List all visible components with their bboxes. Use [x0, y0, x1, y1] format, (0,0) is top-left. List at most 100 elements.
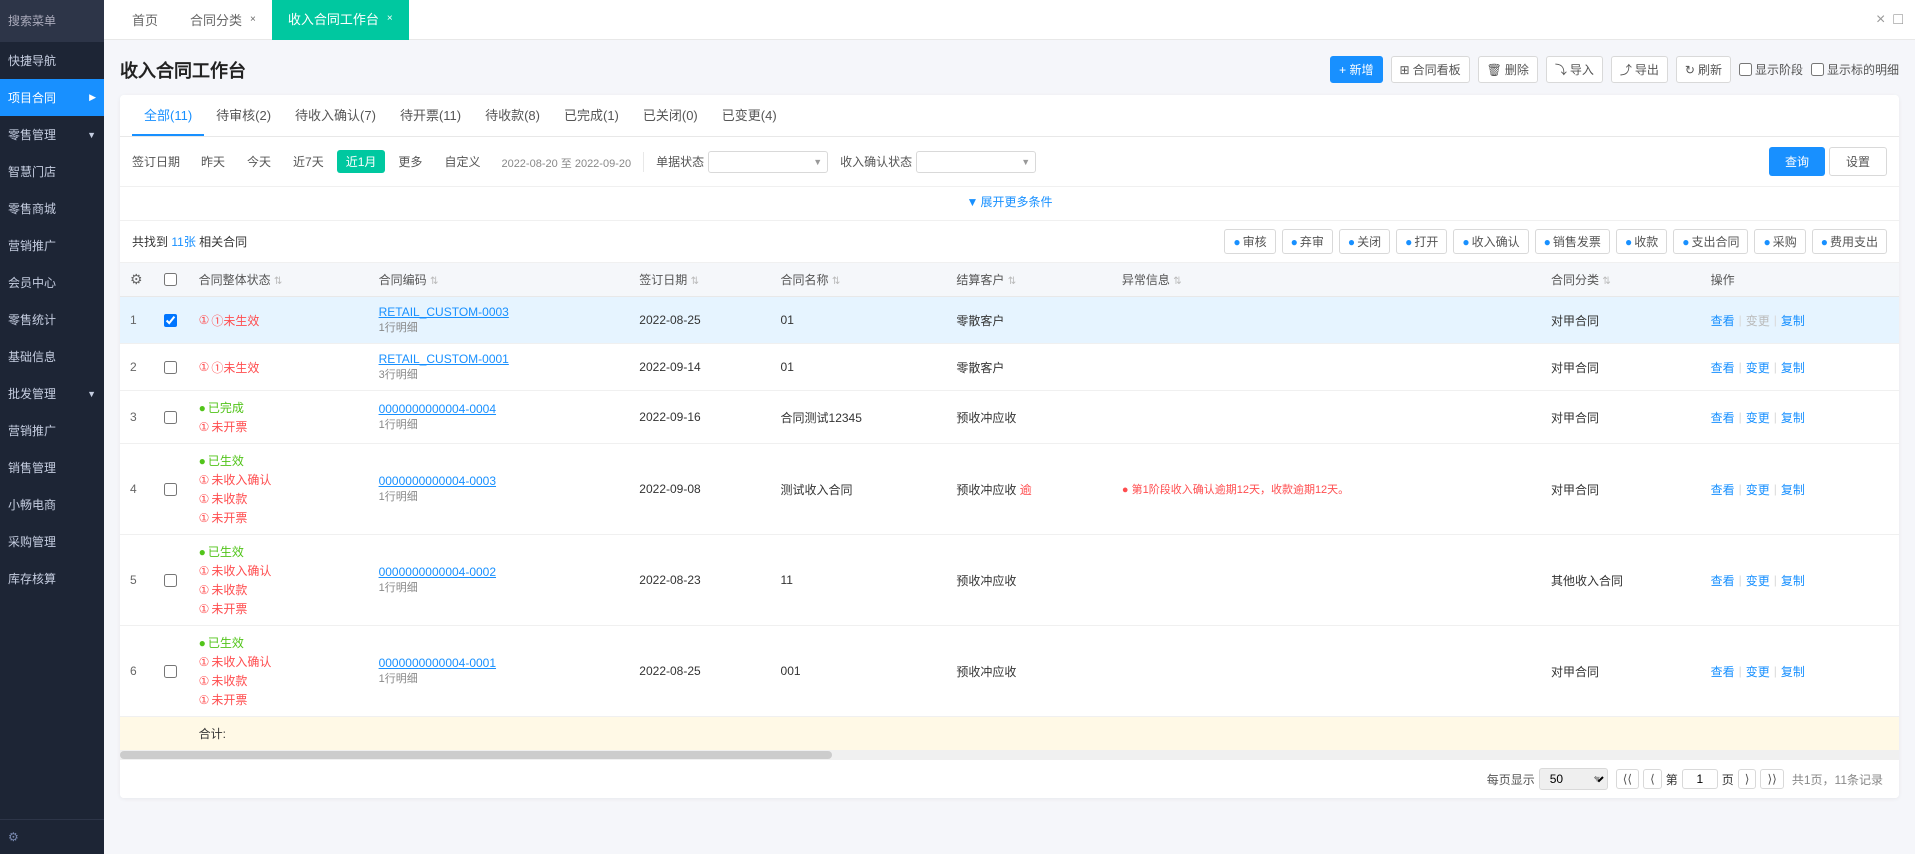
sidebar-item-retail-mgmt[interactable]: 零售管理 ▼: [0, 116, 104, 153]
sidebar-item-sales-mgmt[interactable]: 销售管理: [0, 449, 104, 486]
sales-invoice-btn[interactable]: ● 销售发票: [1535, 229, 1610, 254]
sort-status-icon[interactable]: ⇅: [274, 276, 282, 287]
table-scrollbar-thumb[interactable]: [120, 751, 832, 759]
sidebar-search[interactable]: 搜索菜单: [0, 0, 104, 42]
sidebar-item-project-contract[interactable]: 项目合同 ▶: [0, 79, 104, 116]
copy-btn-3[interactable]: 复制: [1781, 409, 1805, 426]
query-button[interactable]: 查询: [1769, 147, 1825, 176]
change-btn-1[interactable]: 变更: [1746, 312, 1770, 329]
sub-tab-pending-collection[interactable]: 待收款(8): [473, 95, 552, 136]
show-segments-checkbox[interactable]: 显示阶段: [1739, 61, 1803, 78]
copy-btn-1[interactable]: 复制: [1781, 312, 1805, 329]
next-page-btn[interactable]: ⟩: [1738, 769, 1757, 789]
date-btn-last7[interactable]: 近7天: [284, 150, 333, 173]
prev-page-btn[interactable]: ⟨: [1643, 769, 1662, 789]
sub-tab-completed[interactable]: 已完成(1): [552, 95, 631, 136]
date-btn-last1month[interactable]: 近1月: [337, 150, 386, 173]
sort-abnormal-icon[interactable]: ⇅: [1173, 276, 1181, 287]
delete-button[interactable]: 🗑 删除: [1478, 56, 1538, 83]
table-scrollbar[interactable]: [120, 751, 1899, 759]
code-link-6[interactable]: 0000000000004-0001: [379, 656, 496, 670]
sidebar-item-marketing[interactable]: 营销推广: [0, 227, 104, 264]
copy-btn-6[interactable]: 复制: [1781, 663, 1805, 680]
view-btn-4[interactable]: 查看: [1711, 481, 1735, 498]
code-link-4[interactable]: 0000000000004-0003: [379, 474, 496, 488]
sort-name-icon[interactable]: ⇅: [832, 276, 840, 287]
row-checkbox-3[interactable]: [164, 411, 177, 424]
row-checkbox-5[interactable]: [164, 574, 177, 587]
copy-btn-4[interactable]: 复制: [1781, 481, 1805, 498]
income-confirm-select[interactable]: [916, 151, 1036, 173]
tab-income-workbench[interactable]: 收入合同工作台 ×: [272, 0, 409, 40]
code-link-2[interactable]: RETAIL_CUSTOM-0001: [379, 352, 509, 366]
view-btn-1[interactable]: 查看: [1711, 312, 1735, 329]
sidebar-item-inventory[interactable]: 库存核算: [0, 560, 104, 597]
view-btn-5[interactable]: 查看: [1711, 572, 1735, 589]
change-btn-4[interactable]: 变更: [1746, 481, 1770, 498]
show-labels-checkbox[interactable]: 显示标的明细: [1811, 61, 1899, 78]
close-btn[interactable]: ● 关闭: [1339, 229, 1390, 254]
sidebar-item-retail-mall[interactable]: 零售商城: [0, 190, 104, 227]
sort-category-icon[interactable]: ⇅: [1602, 276, 1610, 287]
tab-contract-category[interactable]: 合同分类 ×: [174, 0, 272, 40]
last-page-btn[interactable]: ⟩⟩: [1760, 769, 1783, 789]
sidebar-settings[interactable]: ⚙: [0, 819, 104, 854]
change-btn-2[interactable]: 变更: [1746, 359, 1770, 376]
collection-btn[interactable]: ● 收款: [1616, 229, 1667, 254]
page-size-select[interactable]: 10 20 50 100: [1539, 768, 1608, 790]
sidebar-item-purchase-mgmt[interactable]: 采购管理: [0, 523, 104, 560]
change-btn-3[interactable]: 变更: [1746, 409, 1770, 426]
date-btn-today[interactable]: 今天: [238, 150, 280, 173]
export-button[interactable]: ⤴ 导出: [1611, 56, 1668, 83]
setting-button[interactable]: 设置: [1829, 147, 1887, 176]
tab-contract-category-close[interactable]: ×: [250, 14, 256, 25]
window-max-btn[interactable]: □: [1893, 11, 1903, 29]
sub-tab-pending-income-confirm[interactable]: 待收入确认(7): [283, 95, 388, 136]
sidebar-item-wholesale-mgmt[interactable]: 批发管理 ▼: [0, 375, 104, 412]
sort-date-icon[interactable]: ⇅: [691, 276, 699, 287]
page-number-input[interactable]: [1682, 769, 1718, 789]
sub-tab-changed[interactable]: 已变更(4): [710, 95, 789, 136]
abandon-btn[interactable]: ● 弃审: [1282, 229, 1333, 254]
sidebar-item-member-center[interactable]: 会员中心: [0, 264, 104, 301]
row-checkbox-4[interactable]: [164, 483, 177, 496]
sidebar-item-xiaochu[interactable]: 小畅电商: [0, 486, 104, 523]
tab-income-workbench-close[interactable]: ×: [387, 13, 393, 24]
change-btn-6[interactable]: 变更: [1746, 663, 1770, 680]
first-page-btn[interactable]: ⟨⟨: [1616, 769, 1639, 789]
sort-code-icon[interactable]: ⇅: [430, 276, 438, 287]
code-link-3[interactable]: 0000000000004-0004: [379, 402, 496, 416]
sub-tab-pending-review[interactable]: 待审核(2): [204, 95, 283, 136]
view-btn-3[interactable]: 查看: [1711, 409, 1735, 426]
date-btn-more[interactable]: 更多: [389, 150, 431, 173]
date-btn-yesterday[interactable]: 昨天: [192, 150, 234, 173]
code-link-1[interactable]: RETAIL_CUSTOM-0003: [379, 305, 509, 319]
expand-more-btn[interactable]: ▼ 展开更多条件: [967, 193, 1053, 210]
contract-board-button[interactable]: ⊞ 合同看板: [1391, 56, 1470, 83]
expense-out-btn[interactable]: ● 费用支出: [1812, 229, 1887, 254]
date-btn-custom[interactable]: 自定义: [435, 150, 489, 173]
view-btn-2[interactable]: 查看: [1711, 359, 1735, 376]
sort-customer-icon[interactable]: ⇅: [1008, 276, 1016, 287]
sub-tab-closed[interactable]: 已关闭(0): [631, 95, 710, 136]
copy-btn-2[interactable]: 复制: [1781, 359, 1805, 376]
select-all-checkbox[interactable]: [164, 273, 177, 286]
support-contract-btn[interactable]: ● 支出合同: [1673, 229, 1748, 254]
view-btn-6[interactable]: 查看: [1711, 663, 1735, 680]
sub-tab-pending-invoice[interactable]: 待开票(11): [388, 95, 473, 136]
income-confirm-btn[interactable]: ● 收入确认: [1453, 229, 1528, 254]
sidebar-item-basic-info[interactable]: 基础信息: [0, 338, 104, 375]
sub-tab-all[interactable]: 全部(11): [132, 95, 204, 136]
sidebar-quick-nav[interactable]: 快捷导航: [0, 42, 104, 79]
row-checkbox-1[interactable]: [164, 314, 177, 327]
new-button[interactable]: + 新增: [1330, 56, 1382, 83]
sidebar-item-marketing2[interactable]: 营销推广: [0, 412, 104, 449]
table-gear-icon[interactable]: ⚙: [130, 271, 143, 287]
tab-home[interactable]: 首页: [116, 0, 174, 40]
audit-btn[interactable]: ● 审核: [1224, 229, 1275, 254]
change-btn-5[interactable]: 变更: [1746, 572, 1770, 589]
window-close-btn[interactable]: ×: [1876, 11, 1885, 29]
doc-status-select[interactable]: [708, 151, 828, 173]
open-btn[interactable]: ● 打开: [1396, 229, 1447, 254]
row-checkbox-2[interactable]: [164, 361, 177, 374]
